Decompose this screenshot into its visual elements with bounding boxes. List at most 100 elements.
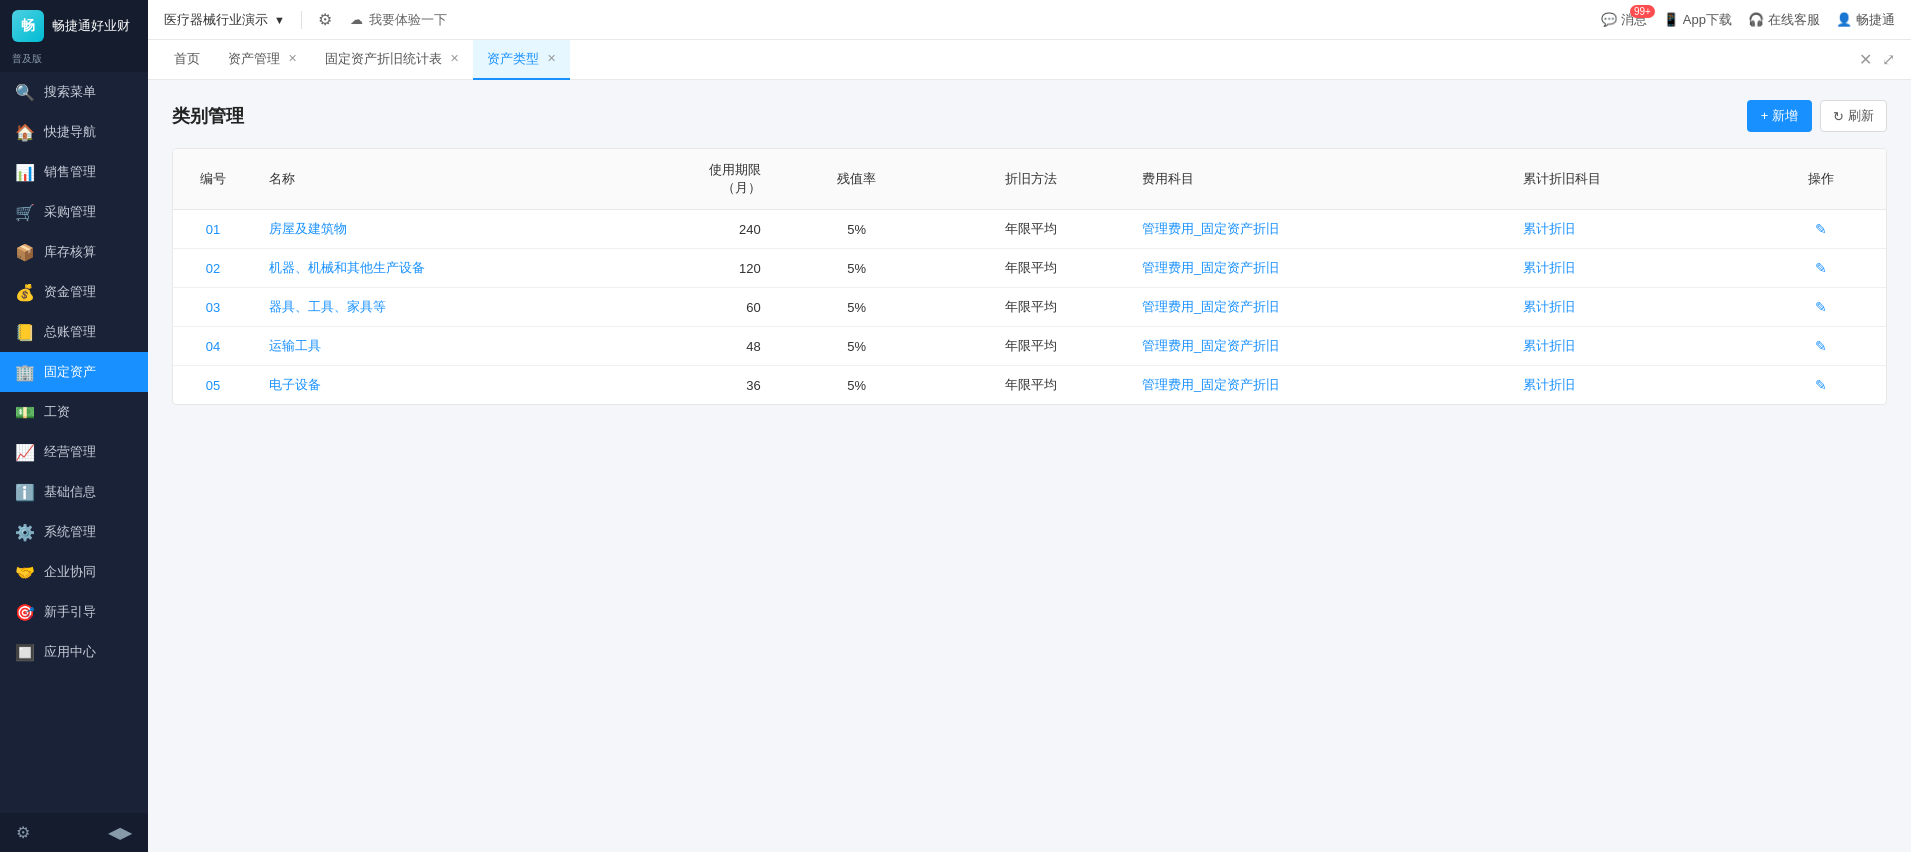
table-row: 05电子设备365%年限平均管理费用_固定资产折旧累计折旧✎ xyxy=(173,366,1886,405)
topbar-divider xyxy=(301,11,302,29)
cell-4-1: 电子设备 xyxy=(253,366,677,405)
sidebar-item-label: 销售管理 xyxy=(44,163,96,181)
cell-1-0: 02 xyxy=(173,249,253,288)
col-header-2: 使用期限（月） xyxy=(677,149,777,210)
expand-btn[interactable]: ⤢ xyxy=(1878,50,1899,69)
sidebar-item-label: 基础信息 xyxy=(44,483,96,501)
close-tab-btn[interactable]: ✕ xyxy=(1853,50,1878,69)
cell-0-7: ✎ xyxy=(1755,210,1886,249)
payroll-icon: 💵 xyxy=(16,403,34,421)
sidebar-item-guide[interactable]: 🎯 新手引导 xyxy=(0,592,148,632)
sidebar-item-quick-nav[interactable]: 🏠 快捷导航 xyxy=(0,112,148,152)
customer-service-btn[interactable]: 🎧 在线客服 xyxy=(1748,11,1820,29)
topbar-right: 💬 消息 99+ 📱 App下载 🎧 在线客服 👤 畅捷通 xyxy=(1601,11,1895,29)
cell-0-1: 房屋及建筑物 xyxy=(253,210,677,249)
refresh-label: 刷新 xyxy=(1848,107,1874,125)
app-download-label: App下载 xyxy=(1683,11,1732,29)
cell-2-0: 03 xyxy=(173,288,253,327)
purchase-icon: 🛒 xyxy=(16,203,34,221)
app-logo-icon: 畅 xyxy=(12,10,44,42)
workspace-selector[interactable]: 医疗器械行业演示 ▼ xyxy=(164,11,285,29)
tab-close-icon[interactable]: ✕ xyxy=(450,52,459,65)
tab-label: 资产类型 xyxy=(487,50,539,68)
sidebar-item-system[interactable]: ⚙️ 系统管理 xyxy=(0,512,148,552)
experience-btn[interactable]: ☁ 我要体验一下 xyxy=(342,9,455,31)
settings-icon[interactable]: ⚙ xyxy=(16,823,30,842)
service-icon: 🎧 xyxy=(1748,12,1764,27)
cell-4-2: 36 xyxy=(677,366,777,405)
sidebar-item-enterprise[interactable]: 🤝 企业协同 xyxy=(0,552,148,592)
cell-4-6: 累计折旧 xyxy=(1507,366,1755,405)
cell-0-3: 5% xyxy=(777,210,937,249)
tab-close-icon[interactable]: ✕ xyxy=(547,52,556,65)
page-content: 类别管理 + 新增 ↻ 刷新 编号名称使用期限（月）残值率折旧方法费用科目累计折… xyxy=(148,80,1911,852)
cell-2-4: 年限平均 xyxy=(937,288,1126,327)
sidebar-item-label: 工资 xyxy=(44,403,70,421)
workspace-settings-icon[interactable]: ⚙ xyxy=(318,10,332,29)
message-icon: 💬 xyxy=(1601,12,1617,27)
app-download-btn[interactable]: 📱 App下载 xyxy=(1663,11,1732,29)
cell-1-4: 年限平均 xyxy=(937,249,1126,288)
cell-1-2: 120 xyxy=(677,249,777,288)
operations-icon: 📈 xyxy=(16,443,34,461)
tab-label: 固定资产折旧统计表 xyxy=(325,50,442,68)
sidebar-item-label: 搜索菜单 xyxy=(44,83,96,101)
message-badge: 99+ xyxy=(1630,5,1655,18)
sidebar-item-ledger[interactable]: 📒 总账管理 xyxy=(0,312,148,352)
tab-close-icon[interactable]: ✕ xyxy=(288,52,297,65)
refresh-button[interactable]: ↻ 刷新 xyxy=(1820,100,1887,132)
cell-3-0: 04 xyxy=(173,327,253,366)
sidebar-item-fixed-assets[interactable]: 🏢 固定资产 xyxy=(0,352,148,392)
main-content: 医疗器械行业演示 ▼ ⚙ ☁ 我要体验一下 💬 消息 99+ 📱 App下载 🎧… xyxy=(148,0,1911,852)
sidebar-item-label: 经营管理 xyxy=(44,443,96,461)
cell-1-5: 管理费用_固定资产折旧 xyxy=(1126,249,1507,288)
cell-1-1: 机器、机械和其他生产设备 xyxy=(253,249,677,288)
tab-资产类型[interactable]: 资产类型 ✕ xyxy=(473,40,570,80)
enterprise-icon: 🤝 xyxy=(16,563,34,581)
cell-3-5: 管理费用_固定资产折旧 xyxy=(1126,327,1507,366)
sidebar-item-inventory[interactable]: 📦 库存核算 xyxy=(0,232,148,272)
sidebar-item-sales[interactable]: 📊 销售管理 xyxy=(0,152,148,192)
edit-icon[interactable]: ✎ xyxy=(1815,299,1827,315)
cell-3-3: 5% xyxy=(777,327,937,366)
edit-icon[interactable]: ✎ xyxy=(1815,338,1827,354)
guide-icon: 🎯 xyxy=(16,603,34,621)
collapse-icon[interactable]: ◀▶ xyxy=(108,823,132,842)
cell-1-6: 累计折旧 xyxy=(1507,249,1755,288)
new-button[interactable]: + 新增 xyxy=(1747,100,1812,132)
cell-3-2: 48 xyxy=(677,327,777,366)
col-header-4: 折旧方法 xyxy=(937,149,1126,210)
sidebar-item-app-center[interactable]: 🔲 应用中心 xyxy=(0,632,148,672)
tab-首页[interactable]: 首页 xyxy=(160,40,214,80)
tab-label: 首页 xyxy=(174,50,200,68)
sidebar-item-payroll[interactable]: 💵 工资 xyxy=(0,392,148,432)
sidebar-logo: 畅 畅捷通好业财 xyxy=(0,0,148,50)
edit-icon[interactable]: ✎ xyxy=(1815,221,1827,237)
sidebar-item-search[interactable]: 🔍 搜索菜单 xyxy=(0,72,148,112)
col-header-1: 名称 xyxy=(253,149,677,210)
user-btn[interactable]: 👤 畅捷通 xyxy=(1836,11,1895,29)
cell-4-4: 年限平均 xyxy=(937,366,1126,405)
chevron-down-icon: ▼ xyxy=(274,14,285,26)
cell-0-2: 240 xyxy=(677,210,777,249)
system-icon: ⚙️ xyxy=(16,523,34,541)
sidebar-item-operations[interactable]: 📈 经营管理 xyxy=(0,432,148,472)
sidebar-item-funds[interactable]: 💰 资金管理 xyxy=(0,272,148,312)
cell-0-6: 累计折旧 xyxy=(1507,210,1755,249)
cell-4-0: 05 xyxy=(173,366,253,405)
sidebar-item-label: 新手引导 xyxy=(44,603,96,621)
sidebar-item-purchase[interactable]: 🛒 采购管理 xyxy=(0,192,148,232)
edit-icon[interactable]: ✎ xyxy=(1815,377,1827,393)
message-btn[interactable]: 💬 消息 99+ xyxy=(1601,11,1647,29)
table-header: 编号名称使用期限（月）残值率折旧方法费用科目累计折旧科目操作 xyxy=(173,149,1886,210)
tab-固定资产折旧统计表[interactable]: 固定资产折旧统计表 ✕ xyxy=(311,40,473,80)
col-header-0: 编号 xyxy=(173,149,253,210)
cloud-icon: ☁ xyxy=(350,12,363,27)
ledger-icon: 📒 xyxy=(16,323,34,341)
app-version: 普及版 xyxy=(0,50,148,72)
tab-资产管理[interactable]: 资产管理✕ xyxy=(214,40,311,80)
edit-icon[interactable]: ✎ xyxy=(1815,260,1827,276)
table-row: 04运输工具485%年限平均管理费用_固定资产折旧累计折旧✎ xyxy=(173,327,1886,366)
user-icon: 👤 xyxy=(1836,12,1852,27)
sidebar-item-basic-info[interactable]: ℹ️ 基础信息 xyxy=(0,472,148,512)
